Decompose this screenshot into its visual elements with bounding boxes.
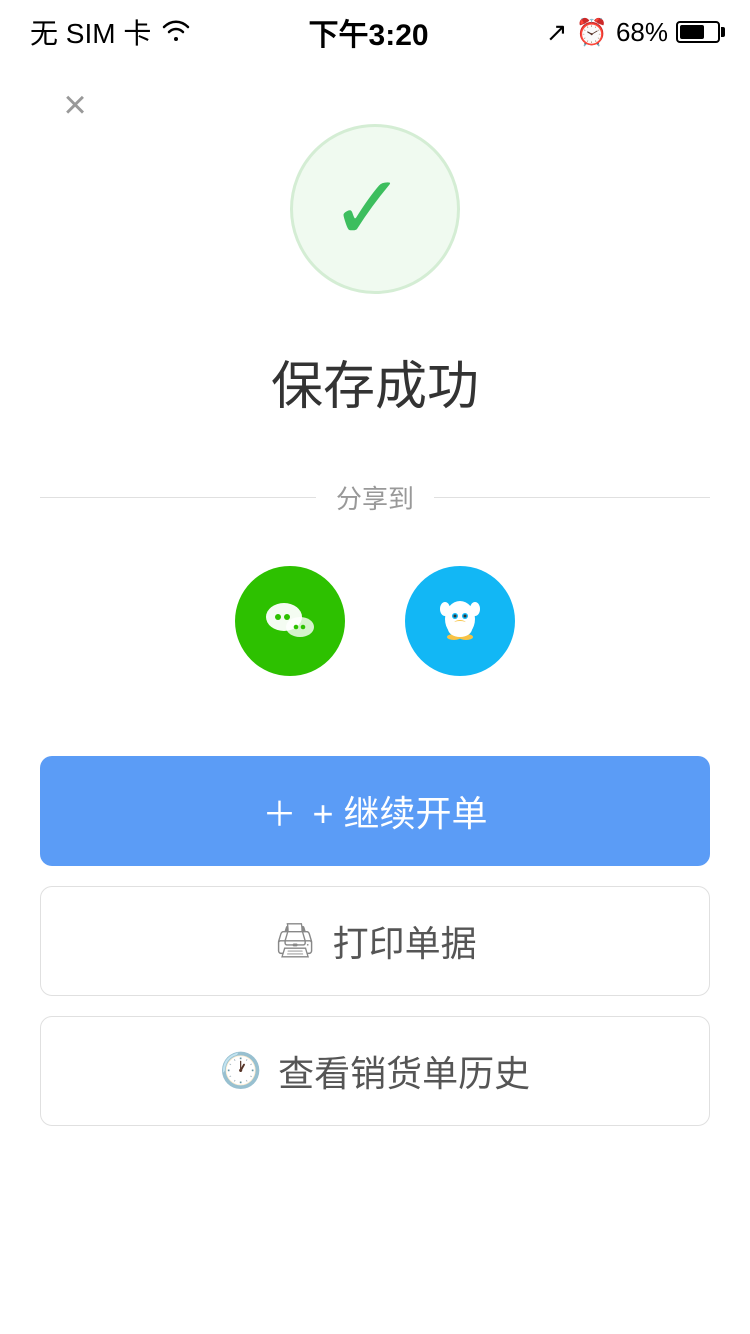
location-icon: ↗ (546, 17, 568, 48)
alarm-icon: ⏰ (576, 17, 608, 48)
divider-right (434, 497, 710, 498)
wifi-icon (161, 16, 191, 48)
battery-percent: 68% (616, 17, 668, 48)
success-circle (290, 124, 460, 294)
share-icons (235, 566, 515, 676)
status-time: 下午3:20 (309, 10, 429, 54)
print-button[interactable]: 🖨 打印单据 (40, 886, 710, 996)
checkmark-icon (335, 179, 415, 239)
close-button[interactable]: × (50, 80, 100, 130)
share-section: 分享到 (0, 479, 750, 516)
history-button[interactable]: 🕐 查看销货单历史 (40, 1016, 710, 1126)
action-buttons: ＋ + 继续开单 🖨 打印单据 🕐 查看销货单历史 (0, 756, 750, 1126)
wechat-icon (258, 589, 323, 654)
main-content: 保存成功 分享到 (0, 64, 750, 1126)
sim-status: 无 SIM 卡 (30, 12, 151, 52)
qq-icon (428, 589, 493, 654)
status-left: 无 SIM 卡 (30, 12, 191, 52)
share-label: 分享到 (316, 479, 434, 516)
print-label: 打印单据 (333, 915, 477, 967)
status-right: ↗ ⏰ 68% (546, 17, 720, 48)
close-icon: × (63, 85, 86, 125)
continue-button[interactable]: ＋ + 继续开单 (40, 756, 710, 866)
wechat-share-button[interactable] (235, 566, 345, 676)
continue-label: + 继续开单 (312, 785, 487, 837)
divider-left (40, 497, 316, 498)
print-icon: 🖨 (273, 921, 316, 961)
status-bar: 无 SIM 卡 下午3:20 ↗ ⏰ 68% (0, 0, 750, 64)
success-title: 保存成功 (271, 344, 479, 419)
history-label: 查看销货单历史 (278, 1045, 530, 1097)
battery-icon (676, 21, 720, 43)
qq-share-button[interactable] (405, 566, 515, 676)
plus-icon: ＋ (262, 787, 296, 836)
history-icon: 🕐 (220, 1051, 262, 1091)
